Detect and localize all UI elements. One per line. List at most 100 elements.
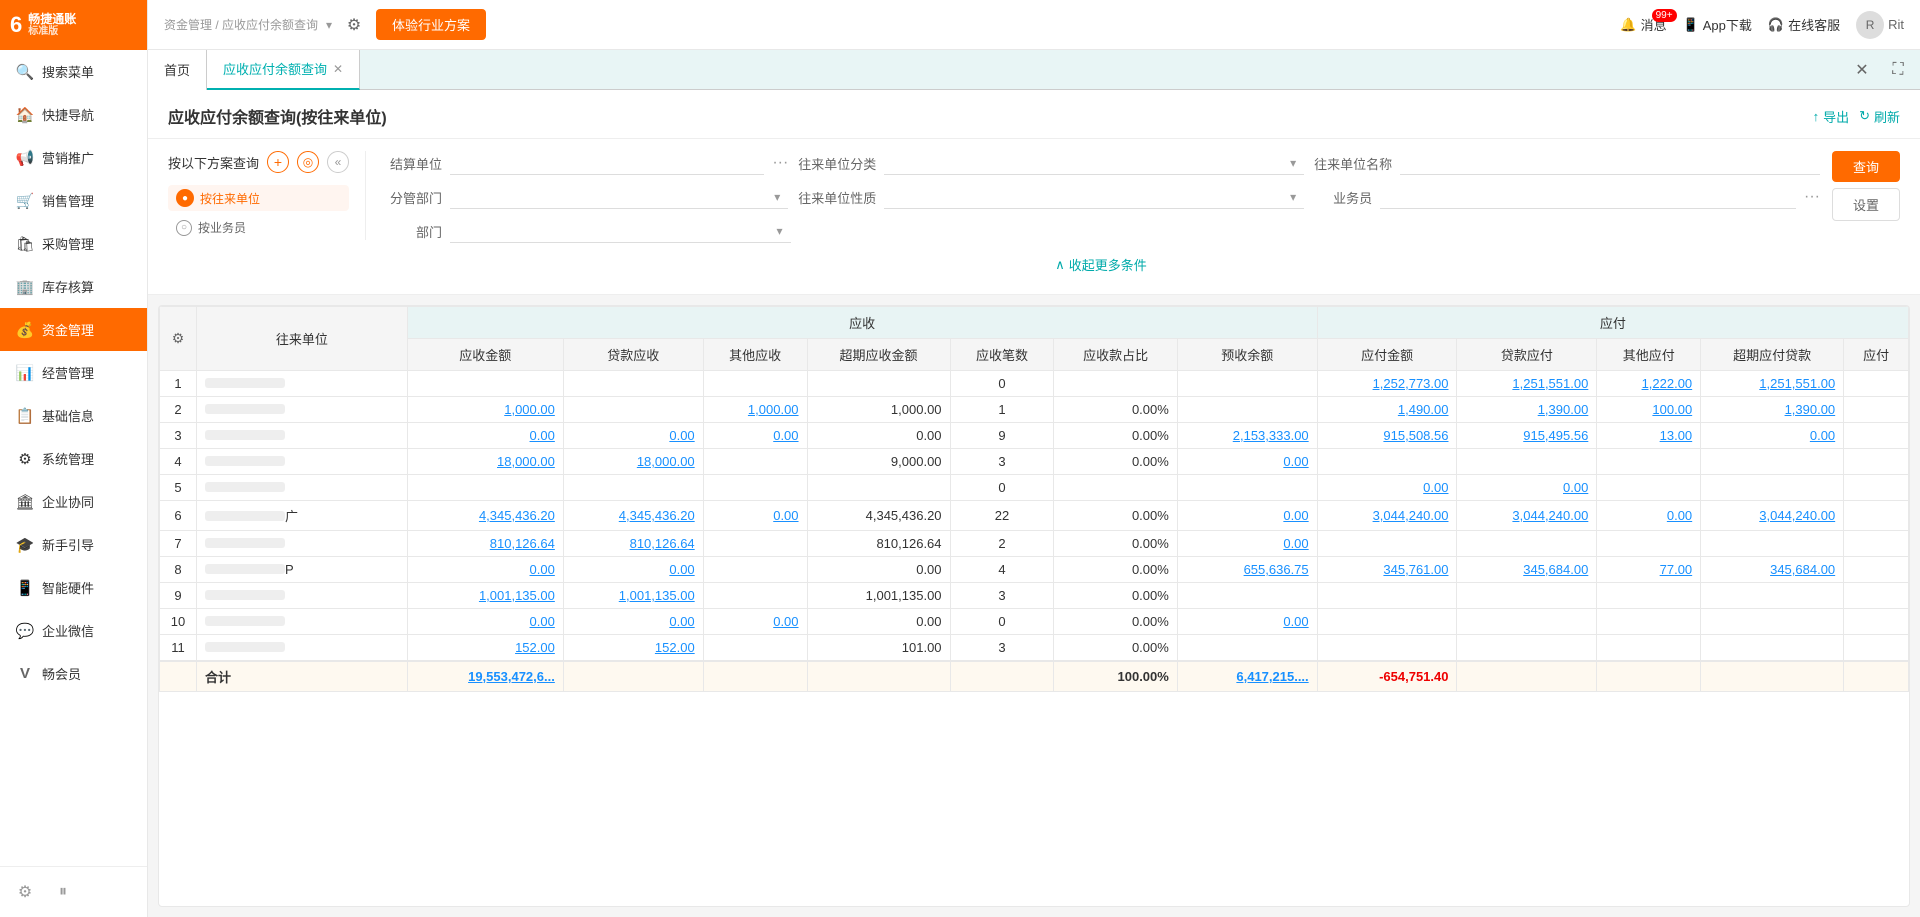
row-rcv-loan[interactable]: 0.00 <box>563 557 703 583</box>
row-pay-other[interactable]: 1,222.00 <box>1597 371 1701 397</box>
row-pay-amt[interactable]: 1,490.00 <box>1317 397 1457 423</box>
settings-bottom-btn[interactable]: ⚙ <box>10 877 40 907</box>
sidebar-item-marketing[interactable]: 📢 营销推广 <box>0 136 147 179</box>
row-pay-overdue[interactable]: 345,684.00 <box>1701 557 1844 583</box>
category-select[interactable] <box>884 151 1304 175</box>
user-avatar[interactable]: R Rit <box>1856 11 1904 39</box>
filter-preset-btn[interactable]: ◎ <box>297 151 319 173</box>
row-pay-amt[interactable]: 915,508.56 <box>1317 423 1457 449</box>
tab-home[interactable]: 首页 <box>148 50 207 90</box>
sidebar-item-purchase[interactable]: 🛍 采购管理 <box>0 222 147 265</box>
filter-collapse-btn[interactable]: « <box>327 151 349 173</box>
tab-close-window-btn[interactable]: ✕ <box>1848 56 1876 84</box>
row-rcv-loan[interactable]: 18,000.00 <box>563 449 703 475</box>
row-pay-amt[interactable]: 0.00 <box>1317 475 1457 501</box>
notify-btn[interactable]: 🔔 消息 99+ <box>1620 15 1666 34</box>
row-rcv-loan[interactable]: 0.00 <box>563 609 703 635</box>
sidebar-item-operation[interactable]: 📊 经营管理 <box>0 351 147 394</box>
sidebar-item-nav[interactable]: 🏠 快捷导航 <box>0 93 147 136</box>
row-pay-loan[interactable]: 915,495.56 <box>1457 423 1597 449</box>
sidebar-item-hardware[interactable]: 📱 智能硬件 <box>0 566 147 609</box>
row-rcv-advance[interactable]: 0.00 <box>1177 501 1317 531</box>
settlement-dots-icon[interactable]: ··· <box>772 154 788 172</box>
collapse-sidebar-btn[interactable]: ⏸ <box>48 877 78 907</box>
row-rcv-amt[interactable]: 18,000.00 <box>407 449 563 475</box>
row-rcv-amt[interactable]: 0.00 <box>407 609 563 635</box>
row-pay-loan[interactable]: 1,390.00 <box>1457 397 1597 423</box>
row-rcv-amt[interactable]: 4,345,436.20 <box>407 501 563 531</box>
row-pay-amt[interactable]: 1,252,773.00 <box>1317 371 1457 397</box>
row-pay-overdue[interactable]: 1,251,551.00 <box>1701 371 1844 397</box>
row-rcv-amt[interactable]: 1,001,135.00 <box>407 583 563 609</box>
filter-add-btn[interactable]: + <box>267 151 289 173</box>
breadcrumb-chevron-icon[interactable]: ▾ <box>326 18 332 32</box>
row-pay-overdue[interactable]: 0.00 <box>1701 423 1844 449</box>
row-rcv-loan[interactable]: 4,345,436.20 <box>563 501 703 531</box>
row-pay-other[interactable]: 77.00 <box>1597 557 1701 583</box>
sidebar-item-system[interactable]: ⚙ 系统管理 <box>0 437 147 480</box>
row-rcv-other[interactable]: 1,000.00 <box>703 397 807 423</box>
sidebar-item-member[interactable]: V 畅会员 <box>0 652 147 695</box>
service-btn[interactable]: 🎧 在线客服 <box>1768 15 1840 34</box>
row-rcv-advance[interactable]: 0.00 <box>1177 449 1317 475</box>
row-pay-overdue[interactable]: 3,044,240.00 <box>1701 501 1844 531</box>
row-rcv-amt[interactable]: 152.00 <box>407 635 563 662</box>
footer-rcv-advance[interactable]: 6,417,215.... <box>1177 661 1317 692</box>
row-pay-other[interactable]: 13.00 <box>1597 423 1701 449</box>
row-pay-loan[interactable]: 3,044,240.00 <box>1457 501 1597 531</box>
sidebar-item-finance[interactable]: 💰 资金管理 <box>0 308 147 351</box>
row-pay-other[interactable]: 0.00 <box>1597 501 1701 531</box>
export-btn[interactable]: ↑ 导出 <box>1813 107 1850 126</box>
row-pay-overdue[interactable]: 1,390.00 <box>1701 397 1844 423</box>
query-btn[interactable]: 查询 <box>1832 151 1900 182</box>
set-btn[interactable]: 设置 <box>1832 188 1900 221</box>
sidebar-item-wechat[interactable]: 💬 企业微信 <box>0 609 147 652</box>
scheme-by-company[interactable]: ● 按往来单位 <box>168 185 349 211</box>
row-rcv-advance[interactable]: 0.00 <box>1177 609 1317 635</box>
row-pay-loan[interactable]: 345,684.00 <box>1457 557 1597 583</box>
industry-solution-btn[interactable]: 体验行业方案 <box>376 9 486 40</box>
row-rcv-other[interactable]: 0.00 <box>703 609 807 635</box>
nature-select[interactable] <box>884 185 1304 209</box>
row-pay-amt[interactable]: 3,044,240.00 <box>1317 501 1457 531</box>
salesman-dots-icon[interactable]: ··· <box>1804 188 1820 206</box>
sidebar-item-inventory[interactable]: 🏢 库存核算 <box>0 265 147 308</box>
sidebar-item-corp[interactable]: 🏛 企业协同 <box>0 480 147 523</box>
tab-close-icon[interactable]: ✕ <box>333 62 343 76</box>
row-pay-loan[interactable]: 0.00 <box>1457 475 1597 501</box>
app-download-btn[interactable]: 📱 App下载 <box>1683 15 1752 34</box>
row-rcv-amt[interactable]: 1,000.00 <box>407 397 563 423</box>
sidebar-item-sales[interactable]: 🛒 销售管理 <box>0 179 147 222</box>
footer-rcv-amt[interactable]: 19,553,472,6... <box>407 661 563 692</box>
refresh-btn[interactable]: ↻ 刷新 <box>1859 107 1900 126</box>
row-rcv-loan[interactable]: 0.00 <box>563 423 703 449</box>
sidebar-item-base[interactable]: 📋 基础信息 <box>0 394 147 437</box>
dept-select[interactable] <box>450 185 788 209</box>
row-pay-loan[interactable]: 1,251,551.00 <box>1457 371 1597 397</box>
name-input[interactable] <box>1400 151 1820 175</box>
row-rcv-amt[interactable]: 0.00 <box>407 557 563 583</box>
row-rcv-loan[interactable]: 152.00 <box>563 635 703 662</box>
salesman-input[interactable] <box>1380 185 1796 209</box>
row-rcv-other[interactable]: 0.00 <box>703 423 807 449</box>
row-rcv-loan[interactable]: 1,001,135.00 <box>563 583 703 609</box>
section-select[interactable] <box>450 219 791 243</box>
sidebar-item-guide[interactable]: 🎓 新手引导 <box>0 523 147 566</box>
topbar-gear-btn[interactable]: ⚙ <box>340 11 368 39</box>
tab-maximize-btn[interactable]: ⛶ <box>1884 56 1912 84</box>
row-rcv-advance[interactable]: 655,636.75 <box>1177 557 1317 583</box>
table-settings-icon[interactable]: ⚙ <box>168 329 188 349</box>
row-rcv-amt[interactable]: 0.00 <box>407 423 563 449</box>
collapse-more-btn[interactable]: ∧ 收起更多条件 <box>382 247 1820 282</box>
row-rcv-amt[interactable]: 810,126.64 <box>407 531 563 557</box>
row-pay-other[interactable]: 100.00 <box>1597 397 1701 423</box>
settlement-input[interactable] <box>450 151 764 175</box>
tab-query[interactable]: 应收应付余额查询 ✕ <box>207 50 360 90</box>
row-pay-amt[interactable]: 345,761.00 <box>1317 557 1457 583</box>
row-rcv-advance[interactable]: 0.00 <box>1177 531 1317 557</box>
row-rcv-advance[interactable]: 2,153,333.00 <box>1177 423 1317 449</box>
sidebar-item-search[interactable]: 🔍 搜索菜单 <box>0 50 147 93</box>
row-rcv-other[interactable]: 0.00 <box>703 501 807 531</box>
row-rcv-loan[interactable]: 810,126.64 <box>563 531 703 557</box>
scheme-by-salesman[interactable]: ○ 按业务员 <box>168 215 349 240</box>
